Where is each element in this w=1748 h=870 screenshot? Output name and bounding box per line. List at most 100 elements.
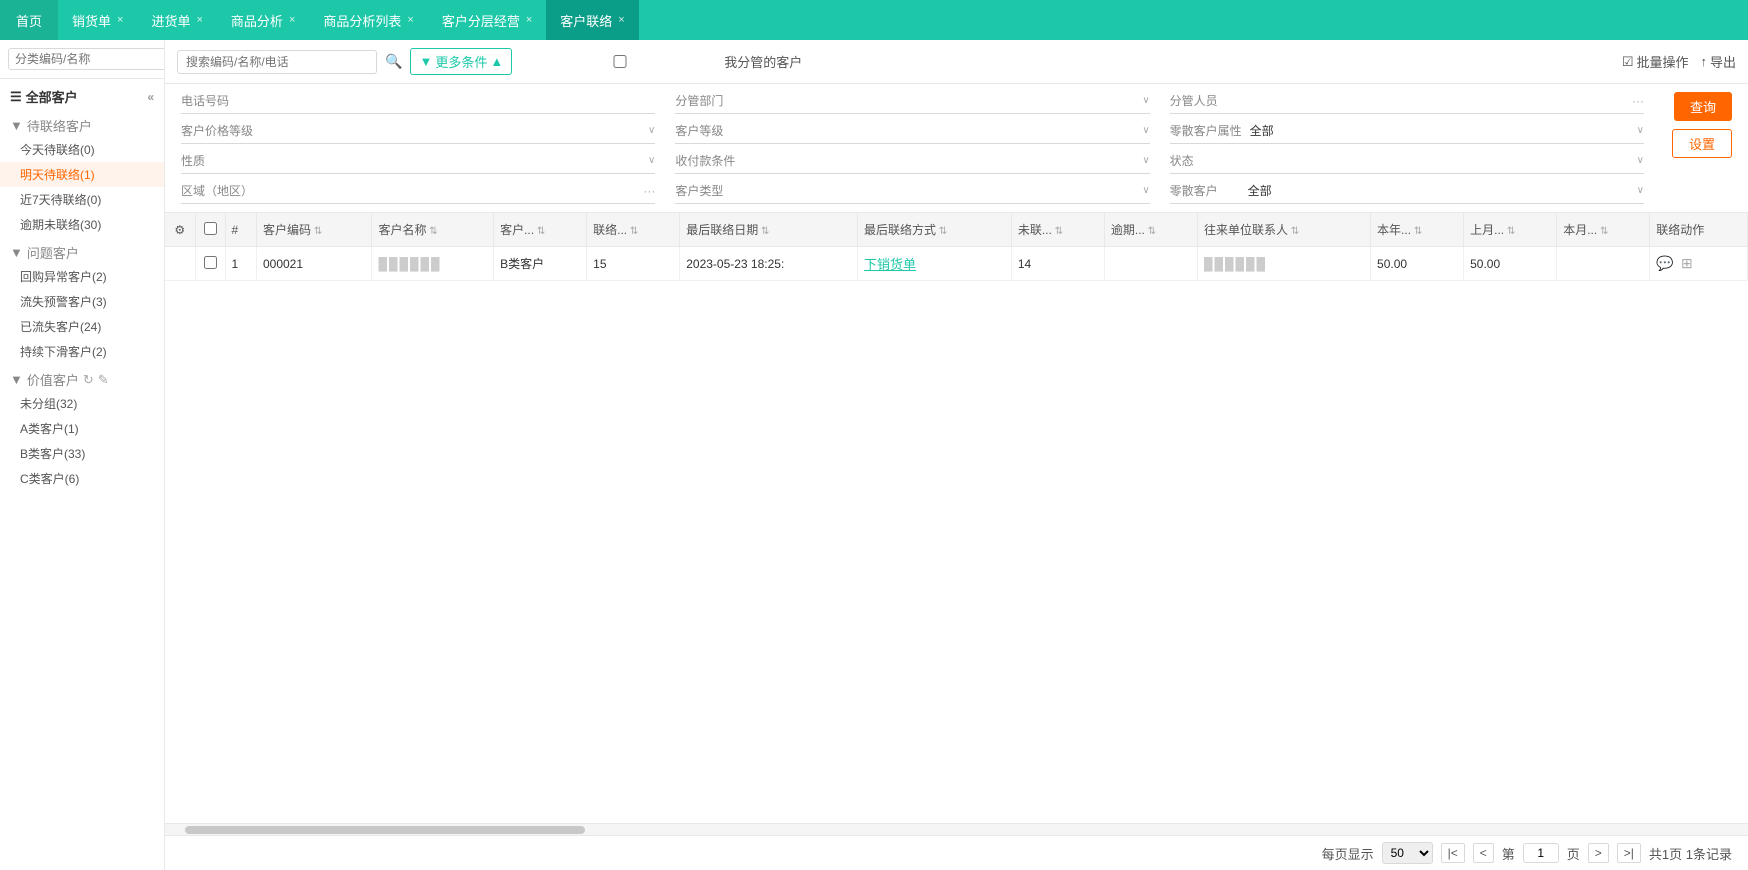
retail-attr-dropdown-icon[interactable]: ∨ bbox=[1637, 125, 1644, 136]
nav-item-analysis-list[interactable]: 商品分析列表 × bbox=[309, 0, 427, 40]
table-header-row: ⚙ # 客户编码 客户名称 客户... 联络... 最后联络日期 最后联络方式 … bbox=[165, 213, 1748, 247]
col-unlink[interactable]: 未联... bbox=[1011, 213, 1104, 247]
col-this-year[interactable]: 本年... bbox=[1371, 213, 1464, 247]
price-level-dropdown-icon[interactable]: ∨ bbox=[648, 125, 655, 136]
action-grid-icon[interactable]: ⊞ bbox=[1681, 255, 1693, 271]
customer-level-dropdown-icon[interactable]: ∨ bbox=[1142, 125, 1149, 136]
filter-row-1: 电话号码 分管部门 ∨ 分管人员 ··· bbox=[181, 92, 1664, 114]
col-code[interactable]: 客户编码 bbox=[256, 213, 371, 247]
row-select-checkbox[interactable] bbox=[204, 256, 217, 269]
nav-close-customer-contact[interactable]: × bbox=[618, 14, 624, 26]
sidebar: 🔍 ☰ 全部客户 « ▼ 待联络客户 今天待联络(0) 明天待联络(1) 近7天… bbox=[0, 40, 165, 870]
nav-close-analysis[interactable]: × bbox=[289, 14, 295, 26]
filter-row-4: 区域（地区） ··· 客户类型 ∨ 零散客户 全部 ∨ bbox=[181, 182, 1664, 204]
filter-row-3: 性质 ∨ 收付款条件 ∨ 状态 ∨ bbox=[181, 152, 1664, 174]
top-nav: 首页 销货单 × 进货单 × 商品分析 × 商品分析列表 × 客户分层经营 × … bbox=[0, 0, 1748, 40]
sidebar-item-tomorrow[interactable]: 明天待联络(1) bbox=[0, 162, 164, 187]
page-label: 第 bbox=[1502, 844, 1515, 863]
filter-bar: 🔍 ▼ 更多条件 ▲ 我分管的客户 ☑ 批量操作 ↑ 导出 bbox=[165, 40, 1748, 84]
nav-item-analysis[interactable]: 商品分析 × bbox=[217, 0, 309, 40]
row-contact: 15 bbox=[587, 247, 680, 281]
col-name[interactable]: 客户名称 bbox=[372, 213, 494, 247]
region-more-btn[interactable]: ··· bbox=[643, 184, 655, 198]
status-dropdown-icon[interactable]: ∨ bbox=[1637, 155, 1644, 166]
sidebar-item-churned[interactable]: 已流失客户(24) bbox=[0, 314, 164, 339]
sidebar-item-churn-warning[interactable]: 流失预警客户(3) bbox=[0, 289, 164, 314]
page-input[interactable] bbox=[1523, 843, 1559, 863]
col-last-date[interactable]: 最后联络日期 bbox=[680, 213, 858, 247]
col-gear[interactable]: ⚙ bbox=[165, 213, 195, 247]
row-last-method[interactable]: 下销货单 bbox=[857, 247, 1011, 281]
col-this-month[interactable]: 本月... bbox=[1557, 213, 1650, 247]
sidebar-item-c-class[interactable]: C类客户(6) bbox=[0, 466, 164, 491]
col-contact-person[interactable]: 往来单位联系人 bbox=[1197, 213, 1370, 247]
col-overdue[interactable]: 逾期... bbox=[1104, 213, 1197, 247]
sidebar-item-today[interactable]: 今天待联络(0) bbox=[0, 137, 164, 162]
prev-page-btn[interactable]: < bbox=[1473, 843, 1494, 863]
per-page-label: 每页显示 bbox=[1322, 844, 1374, 863]
nav-close-sales[interactable]: × bbox=[117, 14, 123, 26]
nav-item-purchase[interactable]: 进货单 × bbox=[137, 0, 216, 40]
search-button[interactable]: 🔍 bbox=[385, 53, 402, 70]
nav-close-customer-ops[interactable]: × bbox=[526, 14, 532, 26]
col-contact[interactable]: 联络... bbox=[587, 213, 680, 247]
more-conditions-btn[interactable]: ▼ 更多条件 ▲ bbox=[410, 48, 512, 75]
nav-item-customer-contact[interactable]: 客户联络 × bbox=[546, 0, 638, 40]
sidebar-item-overdue[interactable]: 逾期未联络(30) bbox=[0, 212, 164, 237]
col-last-month[interactable]: 上月... bbox=[1464, 213, 1557, 247]
row-unlink: 14 bbox=[1011, 247, 1104, 281]
horizontal-scrollbar[interactable] bbox=[165, 823, 1748, 835]
filter-payment: 收付款条件 ∨ bbox=[675, 152, 1149, 174]
payment-dropdown-icon[interactable]: ∨ bbox=[1142, 155, 1149, 166]
sidebar-item-declining[interactable]: 持续下滑客户(2) bbox=[0, 339, 164, 364]
search-input[interactable] bbox=[177, 50, 377, 74]
per-page-select[interactable]: 50 100 200 bbox=[1382, 842, 1433, 864]
advanced-filter: 电话号码 分管部门 ∨ 分管人员 ··· bbox=[165, 84, 1748, 213]
sidebar-item-ungrouped[interactable]: 未分组(32) bbox=[0, 391, 164, 416]
batch-op-btn[interactable]: ☑ 批量操作 bbox=[1622, 52, 1689, 71]
nav-home[interactable]: 首页 bbox=[0, 0, 58, 40]
sidebar-item-a-class[interactable]: A类客户(1) bbox=[0, 416, 164, 441]
value-group-edit-icon[interactable]: ✎ bbox=[98, 372, 109, 388]
col-type[interactable]: 客户... bbox=[494, 213, 587, 247]
next-page-btn[interactable]: > bbox=[1588, 843, 1609, 863]
nav-close-analysis-list[interactable]: × bbox=[407, 14, 413, 26]
sidebar-item-7days[interactable]: 近7天待联络(0) bbox=[0, 187, 164, 212]
my-customers-checkbox[interactable] bbox=[520, 55, 720, 68]
export-btn[interactable]: ↑ 导出 bbox=[1700, 52, 1736, 71]
scrollbar-thumb[interactable] bbox=[185, 826, 585, 834]
sidebar-collapse-btn[interactable]: « bbox=[147, 90, 154, 104]
nav-close-purchase[interactable]: × bbox=[196, 14, 202, 26]
person-more-btn[interactable]: ··· bbox=[1632, 94, 1644, 108]
sidebar-search-input[interactable] bbox=[8, 48, 165, 70]
col-last-method[interactable]: 最后联络方式 bbox=[857, 213, 1011, 247]
sidebar-item-abnormal[interactable]: 回购异常客户(2) bbox=[0, 264, 164, 289]
nav-item-sales[interactable]: 销货单 × bbox=[58, 0, 137, 40]
my-customers-checkbox-label: 我分管的客户 bbox=[520, 52, 802, 71]
filter-customer-level: 客户等级 ∨ bbox=[675, 122, 1149, 144]
set-button[interactable]: 设置 bbox=[1672, 129, 1732, 158]
customer-type-dropdown-icon[interactable]: ∨ bbox=[1142, 185, 1149, 196]
row-checkbox bbox=[195, 247, 225, 281]
filter-retail-customer: 零散客户 全部 ∨ bbox=[1170, 182, 1644, 204]
nature-dropdown-icon[interactable]: ∨ bbox=[648, 155, 655, 166]
last-page-btn[interactable]: >| bbox=[1617, 843, 1641, 863]
dept-dropdown-icon[interactable]: ∨ bbox=[1142, 95, 1149, 106]
retail-customer-dropdown-icon[interactable]: ∨ bbox=[1637, 185, 1644, 196]
filter-actions: 查询 设置 bbox=[1672, 92, 1732, 158]
select-all-checkbox[interactable] bbox=[204, 222, 217, 235]
row-contact-person: ██████ bbox=[1197, 247, 1370, 281]
filter-retail-attr: 零散客户属性 全部 ∨ bbox=[1170, 122, 1644, 144]
content-area: 🔍 ▼ 更多条件 ▲ 我分管的客户 ☑ 批量操作 ↑ 导出 bbox=[165, 40, 1748, 870]
filter-row-2: 客户价格等级 ∨ 客户等级 ∨ 零散客户属性 全部 ∨ bbox=[181, 122, 1664, 144]
table-footer: 每页显示 50 100 200 |< < 第 页 > >| 共1页 1条记录 bbox=[165, 835, 1748, 870]
row-this-month bbox=[1557, 247, 1650, 281]
value-group-refresh-icon[interactable]: ↻ bbox=[83, 372, 94, 388]
sidebar-item-b-class[interactable]: B类客户(33) bbox=[0, 441, 164, 466]
query-button[interactable]: 查询 bbox=[1674, 92, 1732, 121]
first-page-btn[interactable]: |< bbox=[1441, 843, 1465, 863]
filter-person: 分管人员 ··· bbox=[1170, 92, 1644, 114]
action-chat-icon[interactable]: 💬 bbox=[1656, 255, 1673, 271]
nav-item-customer-ops[interactable]: 客户分层经营 × bbox=[428, 0, 546, 40]
row-overdue bbox=[1104, 247, 1197, 281]
